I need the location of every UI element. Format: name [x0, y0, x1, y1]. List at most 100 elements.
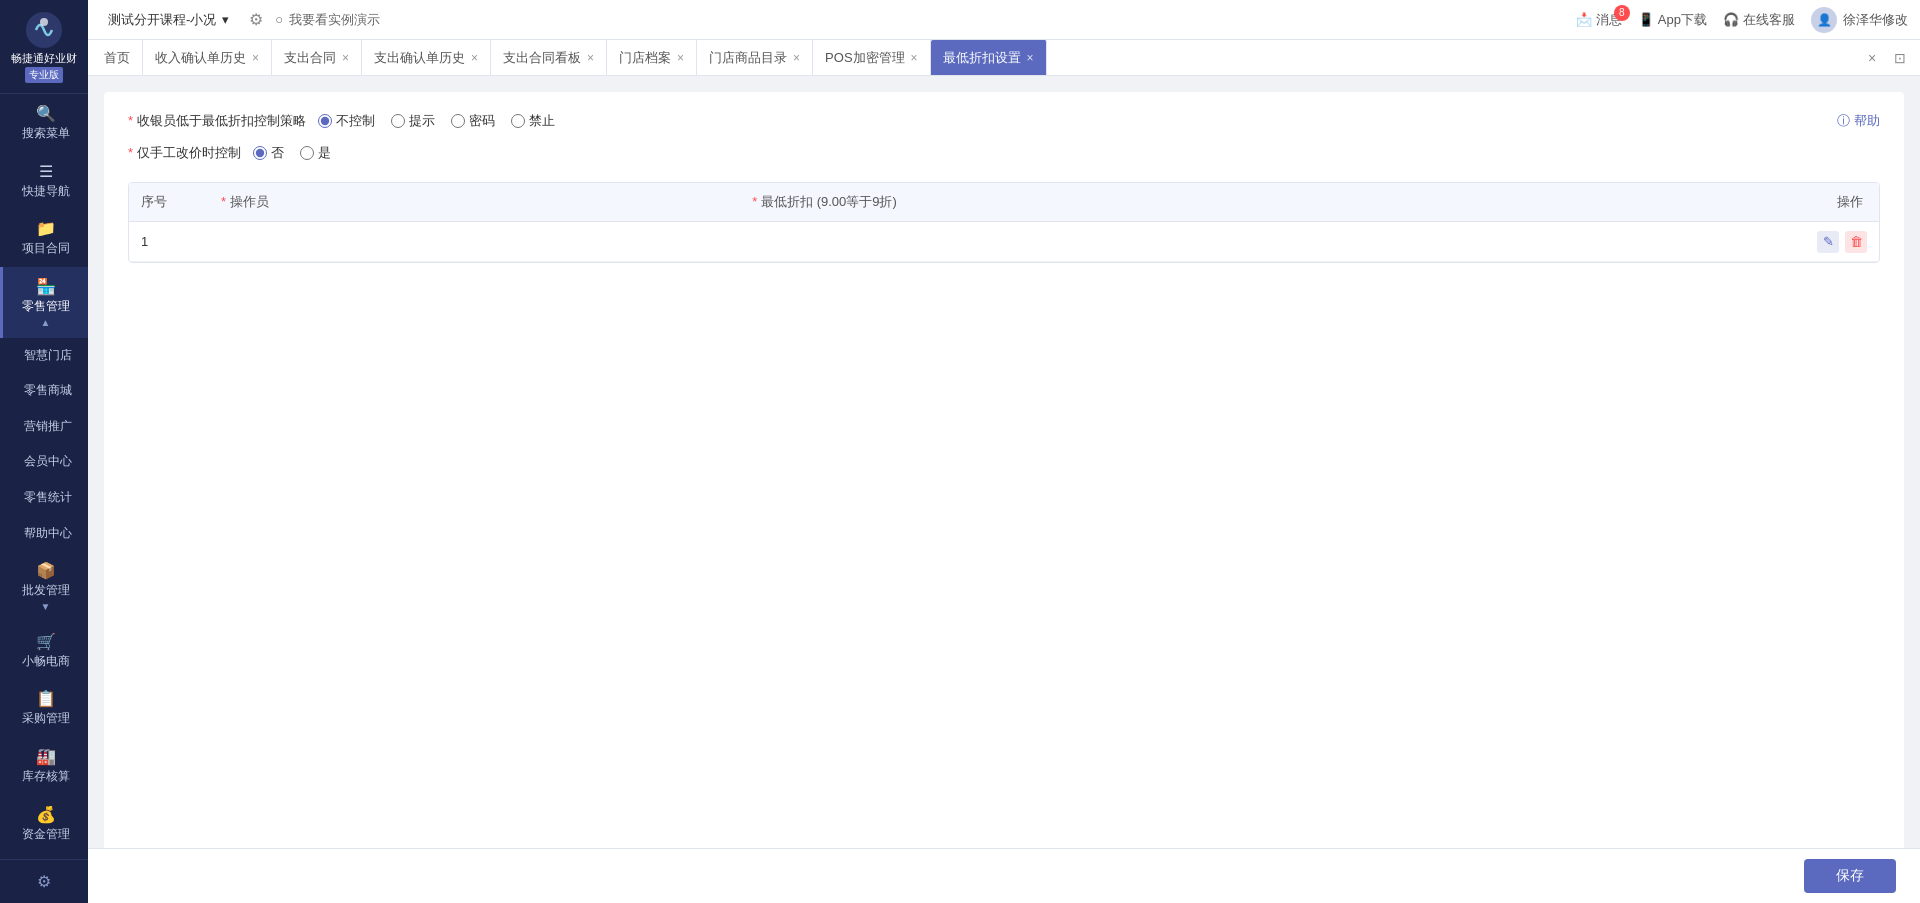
manual-price-row: * 仅手工改价时控制 否 是: [128, 144, 1880, 162]
content-area: * 收银员低于最低折扣控制策略 不控制 提示: [88, 76, 1920, 903]
radio-no-control[interactable]: 不控制: [318, 112, 375, 130]
demo-label: 我要看实例演示: [289, 11, 380, 29]
cashier-policy-required-mark: *: [128, 113, 133, 128]
sidebar-item-batch-label: 批发管理: [22, 583, 70, 599]
tab-payment-contract-close[interactable]: ×: [342, 51, 349, 65]
demo-link[interactable]: ○ 我要看实例演示: [275, 11, 380, 29]
sidebar-item-funds[interactable]: 💰 资金管理: [0, 795, 88, 853]
chevron-up-icon: ▲: [41, 317, 51, 328]
tab-payment-contract-label: 支出合同: [284, 49, 336, 67]
tab-pos-password-close[interactable]: ×: [911, 51, 918, 65]
demo-circle-icon: ○: [275, 12, 283, 27]
tab-store-archive[interactable]: 门店档案 ×: [607, 40, 697, 76]
tab-payment-confirm-history[interactable]: 支出确认单历史 ×: [362, 40, 491, 76]
purchase-icon: 📋: [36, 689, 56, 708]
sidebar-item-shortcut[interactable]: ☰ 快捷导航: [0, 152, 88, 210]
tab-payment-board-label: 支出合同看板: [503, 49, 581, 67]
radio-hint[interactable]: 提示: [391, 112, 435, 130]
page-footer: 保存: [88, 848, 1920, 903]
app-download-button[interactable]: 📱 App下载: [1638, 11, 1707, 29]
settings-icon[interactable]: ⚙: [249, 10, 263, 29]
topbar: 测试分开课程-小况 ▾ ⚙ ○ 我要看实例演示 📩 消息 8 📱 App下载 🎧…: [88, 0, 1920, 40]
inventory-icon: 🏭: [36, 747, 56, 766]
svg-point-1: [40, 18, 48, 26]
radio-manual-yes-input[interactable]: [300, 146, 314, 160]
tab-store-goods[interactable]: 门店商品目录 ×: [697, 40, 813, 76]
delete-row-button[interactable]: 🗑: [1845, 231, 1867, 253]
tab-home-label: 首页: [104, 49, 130, 67]
save-button[interactable]: 保存: [1804, 859, 1896, 893]
sidebar-item-retail-label: 零售管理: [22, 299, 70, 315]
sidebar-item-ecommerce[interactable]: 🛒 小畅电商: [0, 622, 88, 680]
tab-payment-board-close[interactable]: ×: [587, 51, 594, 65]
sidebar-item-search[interactable]: 🔍 搜索菜单: [0, 94, 88, 152]
radio-manual-no[interactable]: 否: [253, 144, 284, 162]
td-operator-1: [209, 234, 740, 250]
page-card: * 收银员低于最低折扣控制策略 不控制 提示: [104, 92, 1904, 887]
user-menu[interactable]: 👤 徐泽华修改: [1811, 7, 1908, 33]
tab-payment-confirm-close[interactable]: ×: [471, 51, 478, 65]
sidebar-item-retail-stats[interactable]: 零售统计: [0, 480, 88, 516]
edit-row-button[interactable]: ✎: [1817, 231, 1839, 253]
cart-icon: 🛒: [36, 632, 56, 651]
tab-menu-button[interactable]: ⊡: [1888, 46, 1912, 70]
sidebar-item-member[interactable]: 会员中心: [0, 444, 88, 480]
settings-button[interactable]: ⚙: [37, 872, 51, 891]
tab-income-history-close[interactable]: ×: [252, 51, 259, 65]
tab-income-history-label: 收入确认单历史: [155, 49, 246, 67]
tab-payment-board[interactable]: 支出合同看板 ×: [491, 40, 607, 76]
sidebar-item-marketing-label: 营销推广: [24, 419, 72, 435]
sidebar-item-shortcut-label: 快捷导航: [22, 184, 70, 200]
tab-store-archive-close[interactable]: ×: [677, 51, 684, 65]
sidebar-item-project[interactable]: 📁 项目合同: [0, 209, 88, 267]
customer-service-button[interactable]: 🎧 在线客服: [1723, 11, 1795, 29]
project-selector[interactable]: 测试分开课程-小况 ▾: [100, 7, 237, 33]
project-arrow-icon: ▾: [222, 12, 229, 27]
tab-min-discount-label: 最低折扣设置: [943, 49, 1021, 67]
radio-manual-no-input[interactable]: [253, 146, 267, 160]
folder-icon: 📁: [36, 219, 56, 238]
sidebar-nav: 🔍 搜索菜单 ☰ 快捷导航 📁 项目合同 🏪 零售管理 ▲ 智慧门店 零售商城 …: [0, 94, 88, 859]
tab-min-discount-close[interactable]: ×: [1027, 51, 1034, 65]
radio-forbid[interactable]: 禁止: [511, 112, 555, 130]
sidebar-item-smart-store[interactable]: 智慧门店: [0, 338, 88, 374]
tab-close-current-button[interactable]: ×: [1860, 46, 1884, 70]
sidebar-item-retail-mall[interactable]: 零售商城: [0, 373, 88, 409]
message-button[interactable]: 📩 消息 8: [1576, 11, 1622, 29]
user-avatar: 👤: [1811, 7, 1837, 33]
sidebar-item-marketing[interactable]: 营销推广: [0, 409, 88, 445]
sidebar-item-retail-mgmt[interactable]: 🏪 零售管理 ▲: [0, 267, 88, 338]
radio-password[interactable]: 密码: [451, 112, 495, 130]
radio-hint-input[interactable]: [391, 114, 405, 128]
form-section: * 收银员低于最低折扣控制策略 不控制 提示: [128, 112, 1880, 162]
tab-min-discount[interactable]: 最低折扣设置 ×: [931, 40, 1047, 76]
user-name: 徐泽华修改: [1843, 11, 1908, 29]
sidebar-item-inventory[interactable]: 🏭 库存核算: [0, 737, 88, 795]
sidebar-item-batch-mgmt[interactable]: 📦 批发管理 ▼: [0, 551, 88, 622]
th-discount: * 最低折扣 (9.00等于9折): [740, 183, 1779, 221]
radio-no-control-input[interactable]: [318, 114, 332, 128]
batch-icon: 📦: [36, 561, 56, 580]
message-badge: 8: [1614, 5, 1630, 21]
tab-home[interactable]: 首页: [92, 40, 143, 76]
sidebar-item-help-center[interactable]: 帮助中心: [0, 516, 88, 552]
sidebar-item-funds-label: 资金管理: [22, 827, 70, 843]
tab-income-history[interactable]: 收入确认单历史 ×: [143, 40, 272, 76]
service-label: 在线客服: [1743, 11, 1795, 29]
radio-forbid-input[interactable]: [511, 114, 525, 128]
radio-password-input[interactable]: [451, 114, 465, 128]
tab-store-goods-close[interactable]: ×: [793, 51, 800, 65]
help-link[interactable]: ⓘ 帮助: [1837, 112, 1880, 130]
sidebar: 畅捷通好业财 专业版 🔍 搜索菜单 ☰ 快捷导航 📁 项目合同 🏪 零售管理 ▲…: [0, 0, 88, 903]
discount-table: 序号 * 操作员 * 最低折扣 (9.00等于9折) 操作 1: [128, 182, 1880, 263]
tab-pos-password[interactable]: POS加密管理 ×: [813, 40, 930, 76]
td-action-1: ✎ 🗑: [1779, 231, 1879, 253]
th-operator: * 操作员: [209, 183, 740, 221]
radio-manual-yes[interactable]: 是: [300, 144, 331, 162]
sidebar-item-help-center-label: 帮助中心: [24, 526, 72, 542]
sidebar-item-purchase[interactable]: 📋 采购管理: [0, 679, 88, 737]
sidebar-item-ledger[interactable]: 📒 总账管理: [0, 852, 88, 859]
tab-payment-contract[interactable]: 支出合同 ×: [272, 40, 362, 76]
tab-bar: 首页 收入确认单历史 × 支出合同 × 支出确认单历史 × 支出合同看板 × 门…: [88, 40, 1920, 76]
td-discount-1: [740, 234, 1779, 250]
